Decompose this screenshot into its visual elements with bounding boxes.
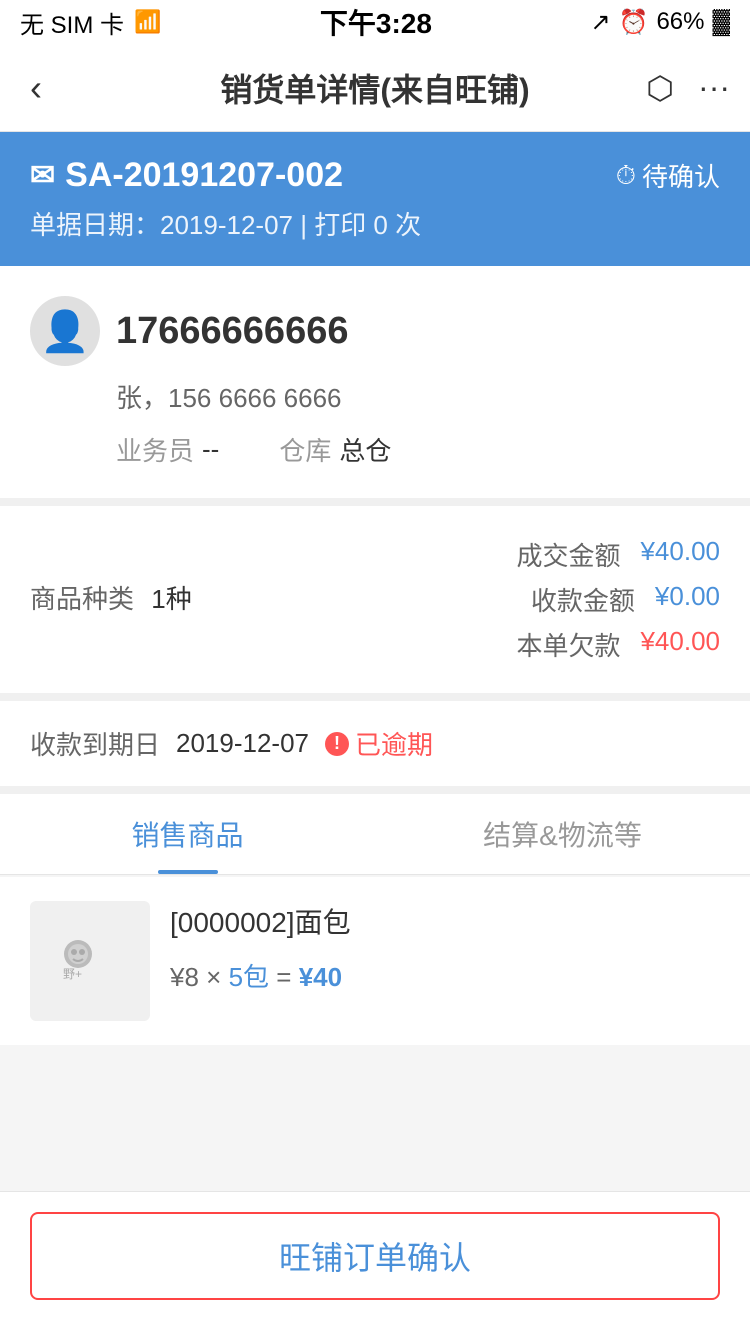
product-info: [0000002]面包 ¥8 × 5包 = ¥40 [170, 901, 720, 994]
debt-amount-label: 本单欠款 [516, 626, 620, 663]
product-type-value: 1种 [151, 584, 191, 614]
status-right: ↗ ⏰ 66% ▓ [590, 8, 730, 37]
order-status-text: 待确认 [642, 157, 720, 194]
order-date-text: 单据日期：2019-12-07 | 打印 0 次 [30, 205, 720, 242]
product-qty: 5包 [229, 962, 269, 992]
warehouse-label: 仓库 [279, 431, 331, 468]
debt-amount-value: ¥40.00 [640, 626, 720, 663]
tab-products[interactable]: 销售商品 [0, 794, 375, 874]
overdue-badge: ! 已逾期 [325, 725, 433, 762]
product-price: ¥8 × 5包 = ¥40 [170, 957, 720, 994]
customer-card: 👤 17666666666 张，156 6666 6666 业务员 -- 仓库 … [0, 266, 750, 506]
overdue-dot-icon: ! [325, 732, 349, 756]
avatar-icon: 👤 [40, 308, 90, 355]
transaction-amount-value: ¥40.00 [640, 536, 720, 573]
order-id-container: ✉ SA-20191207-002 [30, 156, 343, 195]
warehouse-value: 总仓 [339, 431, 391, 468]
salesperson-value: -- [202, 434, 219, 465]
price-unit: ¥8 × [170, 962, 229, 992]
bottom-spacer [0, 1046, 750, 1206]
nav-actions: ⬡ ··· [646, 69, 730, 107]
share-icon[interactable]: ⬡ [646, 69, 674, 107]
receipt-amount-label: 收款金额 [531, 581, 635, 618]
product-type-item: 商品种类 1种 [30, 579, 516, 621]
battery-text: 66% [656, 8, 704, 36]
order-header-top: ✉ SA-20191207-002 ⏱ 待确认 [30, 156, 720, 195]
product-type-label: 商品种类 [30, 584, 134, 614]
order-header-banner: ✉ SA-20191207-002 ⏱ 待确认 单据日期：2019-12-07 … [0, 132, 750, 266]
battery-icon: ▓ [712, 8, 730, 36]
stats-right: 成交金额 ¥40.00 收款金额 ¥0.00 本单欠款 ¥40.00 [516, 536, 720, 663]
transaction-amount-label: 成交金额 [516, 536, 620, 573]
svg-text:野+: 野+ [63, 967, 82, 981]
tab-bar: 销售商品 结算&物流等 [0, 794, 750, 875]
stats-card: 商品种类 1种 成交金额 ¥40.00 收款金额 ¥0.00 本单欠款 ¥40.… [0, 506, 750, 701]
nav-title: 销货单详情(来自旺铺) [220, 65, 529, 111]
order-envelope-icon: ✉ [30, 158, 55, 193]
customer-meta: 业务员 -- 仓库 总仓 [30, 431, 720, 468]
stats-left: 商品种类 1种 [30, 536, 516, 663]
product-list: 野+ [0000002]面包 ¥8 × 5包 = ¥40 [0, 877, 750, 1046]
tab-settlement-label: 结算&物流等 [483, 814, 642, 854]
warehouse-info: 仓库 总仓 [279, 431, 391, 468]
avatar: 👤 [30, 296, 100, 366]
product-logo-icon: 野+ [60, 936, 120, 986]
status-time: 下午3:28 [320, 2, 432, 42]
product-name: [0000002]面包 [170, 901, 720, 941]
due-date-value: 2019-12-07 [176, 728, 309, 759]
due-date-row: 收款到期日 2019-12-07 ! 已逾期 [0, 701, 750, 794]
receipt-amount-value: ¥0.00 [655, 581, 720, 618]
price-equals: = [276, 962, 298, 992]
more-icon[interactable]: ··· [698, 69, 730, 106]
product-total: ¥40 [299, 962, 342, 992]
receipt-amount-row: 收款金额 ¥0.00 [531, 581, 720, 618]
salesperson-label: 业务员 [116, 431, 194, 468]
wifi-icon: 📶 [134, 9, 161, 35]
salesperson-info: 业务员 -- [116, 431, 219, 468]
product-thumbnail: 野+ [30, 901, 150, 1021]
customer-sub-info: 张，156 6666 6666 [30, 378, 720, 415]
due-date-label: 收款到期日 [30, 725, 160, 762]
order-status: ⏱ 待确认 [616, 157, 720, 194]
transaction-amount-row: 成交金额 ¥40.00 [516, 536, 720, 573]
carrier-text: 无 SIM 卡 [20, 5, 124, 40]
back-button[interactable]: ‹ [20, 57, 52, 119]
tab-settlement[interactable]: 结算&物流等 [375, 794, 750, 874]
location-icon: ↗ [590, 8, 610, 37]
overdue-text: 已逾期 [355, 725, 433, 762]
debt-amount-row: 本单欠款 ¥40.00 [516, 626, 720, 663]
nav-bar: ‹ 销货单详情(来自旺铺) ⬡ ··· [0, 44, 750, 132]
status-clock-icon: ⏱ [616, 160, 636, 192]
confirm-order-button[interactable]: 旺铺订单确认 [30, 1212, 720, 1300]
status-left: 无 SIM 卡 📶 [20, 5, 161, 40]
table-row: 野+ [0000002]面包 ¥8 × 5包 = ¥40 [0, 877, 750, 1046]
bottom-bar: 旺铺订单确认 [0, 1191, 750, 1334]
tab-products-label: 销售商品 [131, 814, 243, 854]
customer-phone: 17666666666 [116, 310, 348, 353]
alarm-icon: ⏰ [619, 8, 649, 37]
status-bar: 无 SIM 卡 📶 下午3:28 ↗ ⏰ 66% ▓ [0, 0, 750, 44]
order-id-text: SA-20191207-002 [65, 156, 343, 195]
customer-top: 👤 17666666666 [30, 296, 720, 366]
